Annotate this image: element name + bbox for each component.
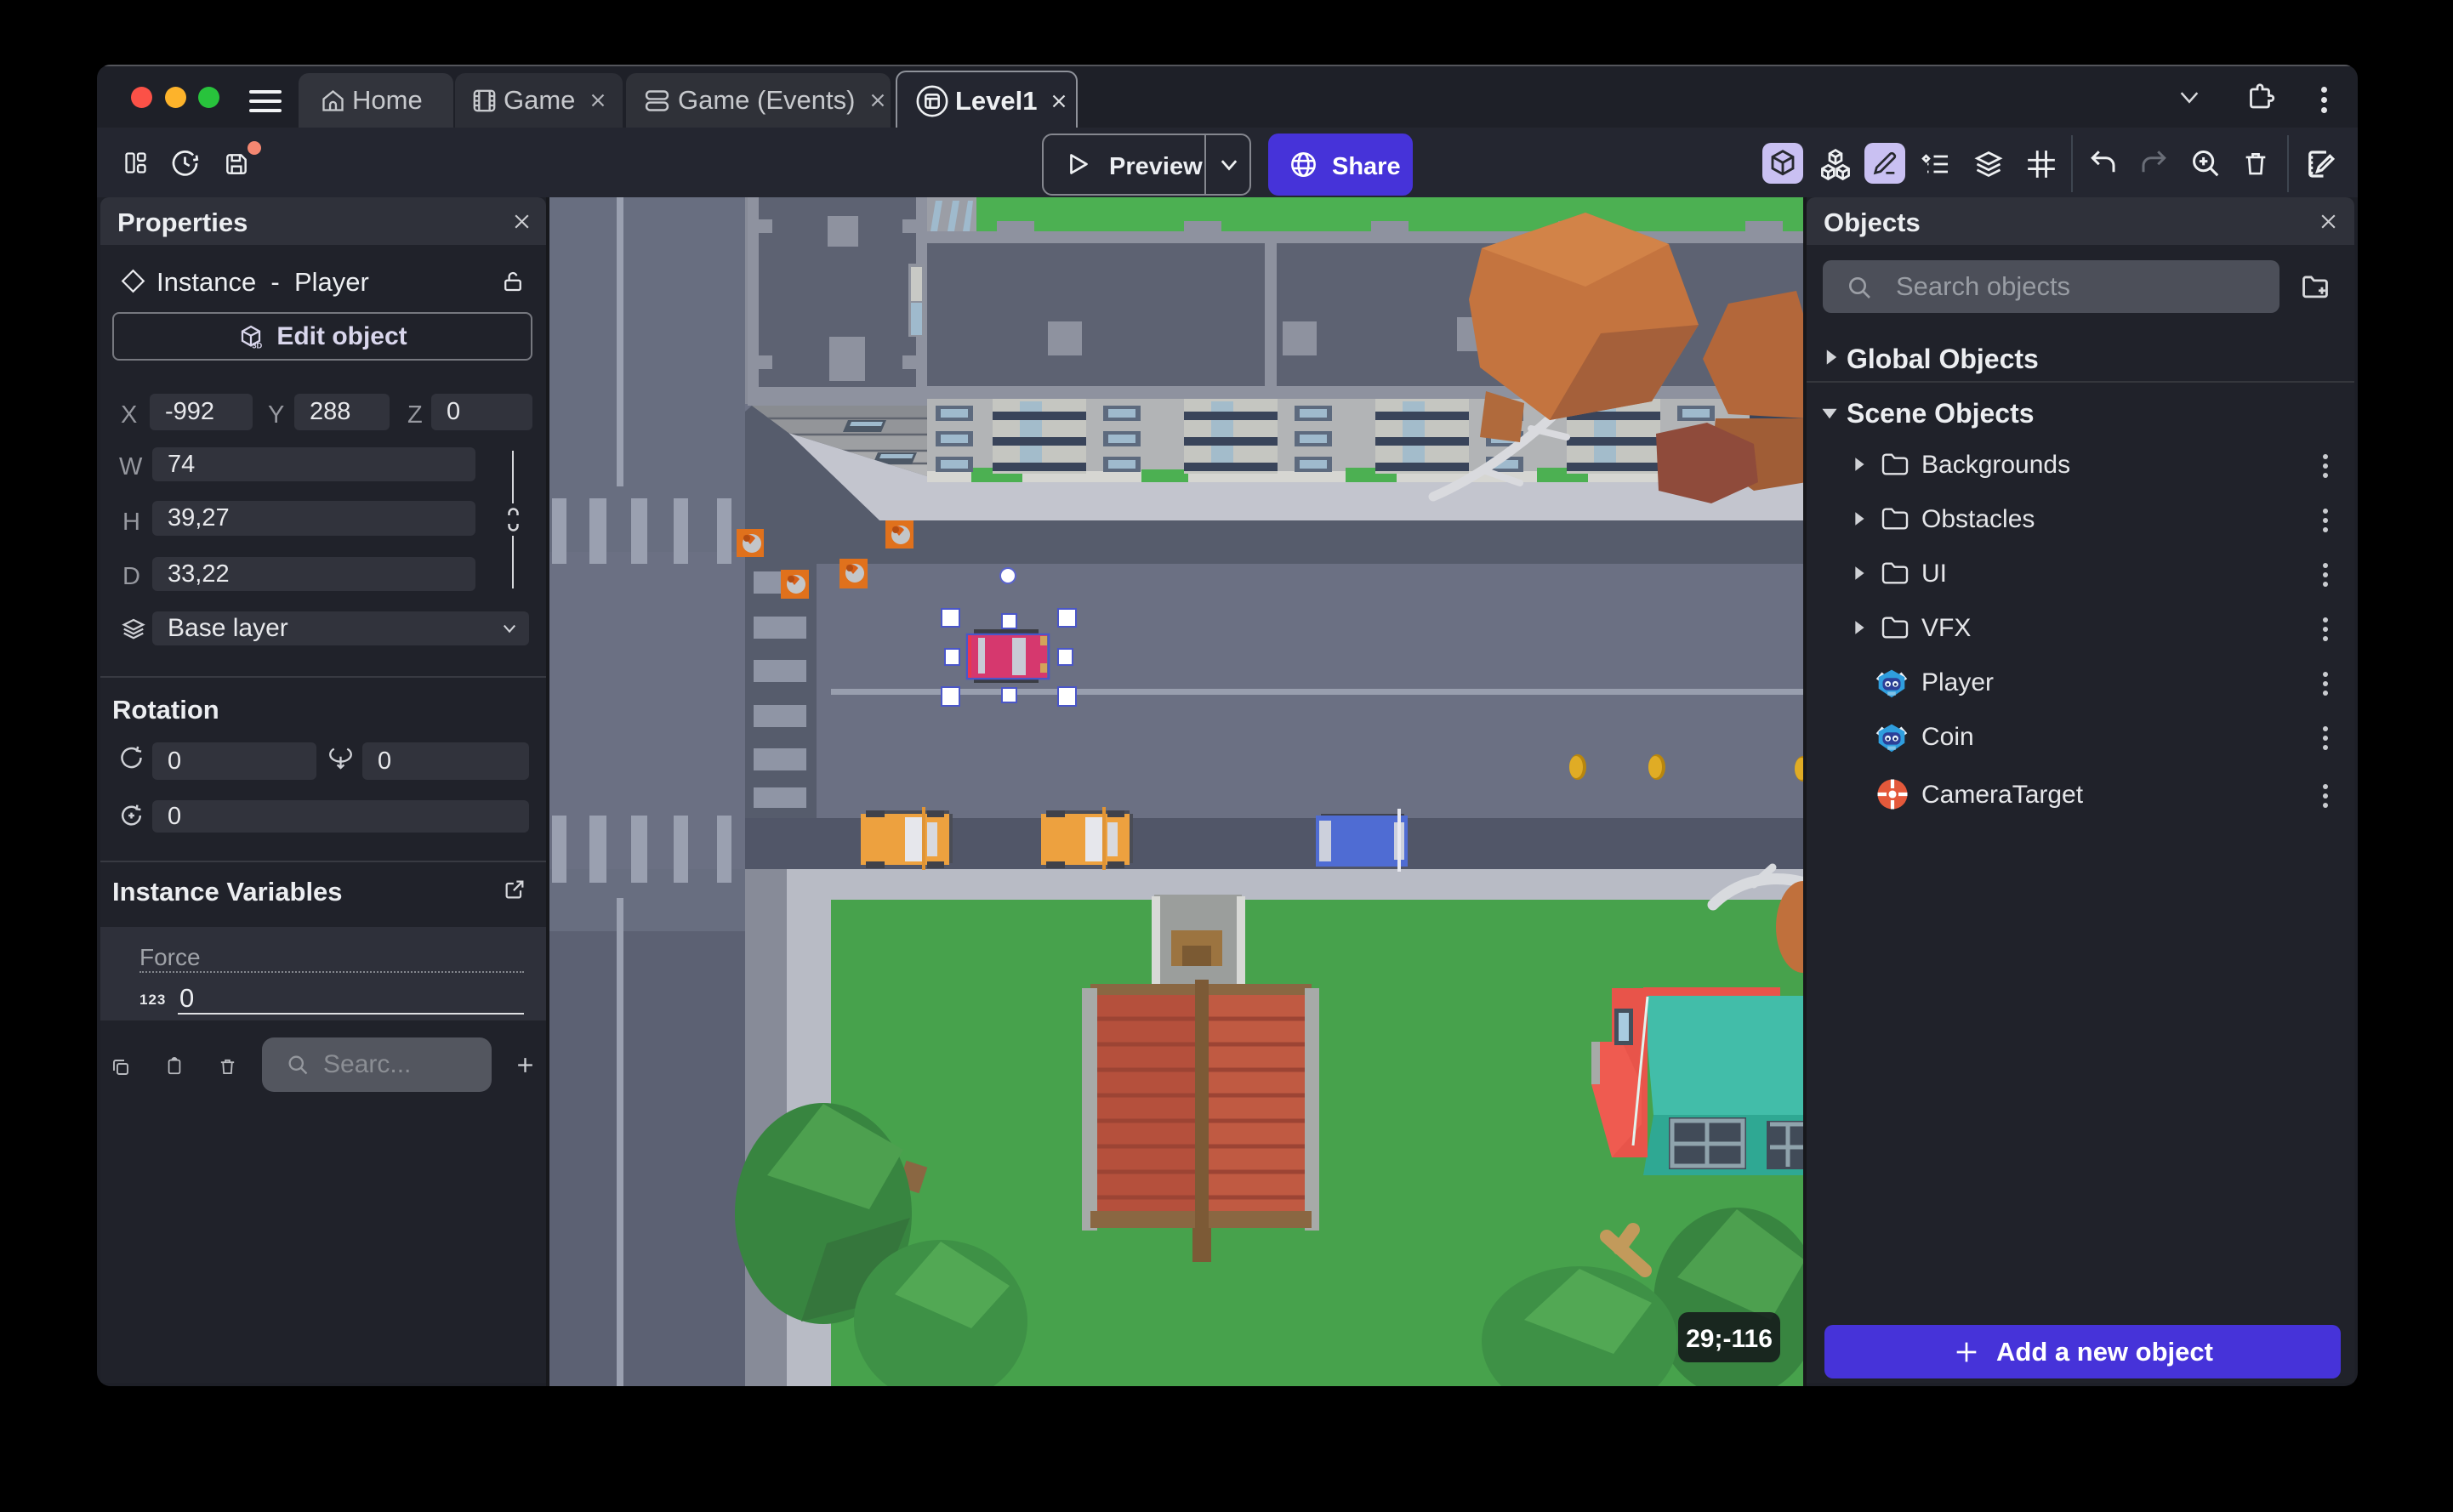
svg-text:3D: 3D [253,341,263,350]
svg-text:29;-116: 29;-116 [1686,1325,1773,1353]
